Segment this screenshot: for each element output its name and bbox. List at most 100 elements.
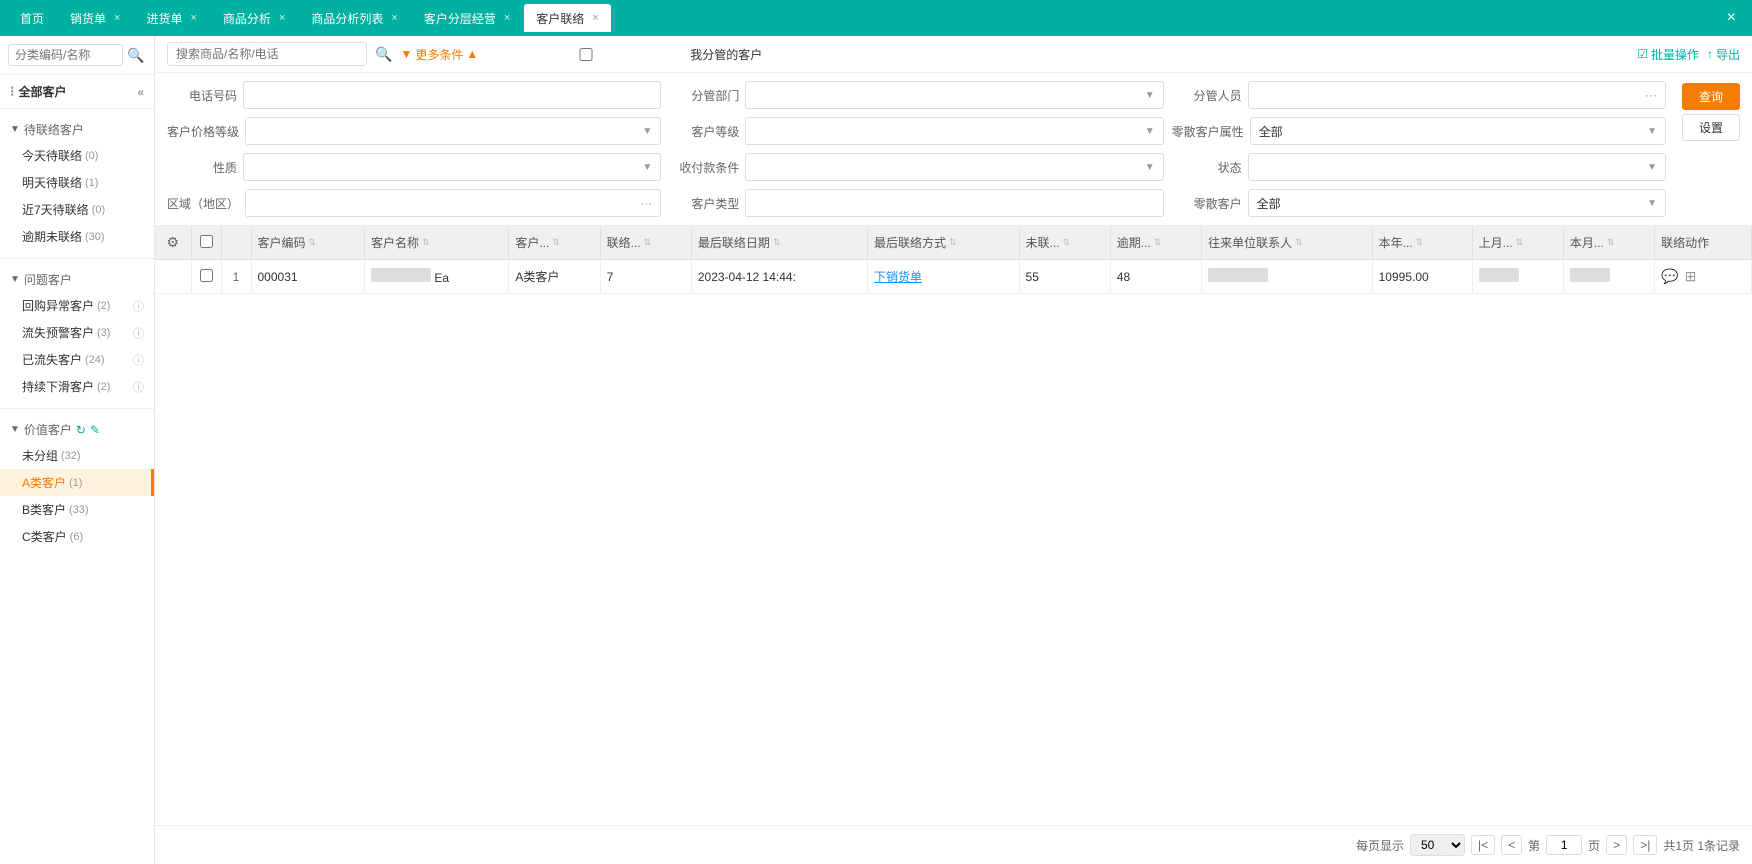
row-num: 1	[221, 260, 251, 294]
last-page-button[interactable]: >|	[1633, 835, 1657, 855]
nav-home[interactable]: 首页	[8, 4, 56, 32]
close-all-button[interactable]: ×	[1719, 5, 1744, 31]
chat-action-icon[interactable]: 💬	[1661, 268, 1678, 285]
sort-icon-code[interactable]: ⇅	[309, 237, 317, 248]
payment-select[interactable]: ▼	[745, 153, 1163, 181]
nav-close-customer-contact[interactable]: ×	[592, 12, 598, 24]
form-field-payment: 收付款条件 ▼	[669, 153, 1163, 181]
sort-icon-no-contact[interactable]: ⇅	[1063, 237, 1071, 248]
sidebar-item-repurchase-abnormal[interactable]: 回购异常客户 (2) ⓘ	[0, 292, 154, 319]
nav-close-product-analysis[interactable]: ×	[279, 12, 285, 24]
nav-purchase-order[interactable]: 进货单 ×	[134, 4, 208, 32]
sort-icon-unit[interactable]: ⇅	[1295, 237, 1303, 248]
contact-method-link[interactable]: 下销货单	[874, 270, 922, 284]
nature-arrow: ▼	[642, 162, 652, 173]
form-field-dept: 分管部门 ▼	[669, 81, 1163, 109]
nav-product-analysis-list[interactable]: 商品分析列表 ×	[299, 4, 409, 32]
settings-button[interactable]: 设置	[1682, 114, 1740, 141]
customer-tier-select[interactable]: ▼	[745, 117, 1163, 145]
sidebar-item-declining[interactable]: 持续下滑客户 (2) ⓘ	[0, 373, 154, 400]
sort-icon-last-month[interactable]: ⇅	[1516, 237, 1524, 248]
sidebar-item-churn-warning[interactable]: 流失预警客户 (3) ⓘ	[0, 319, 154, 346]
refresh-icon[interactable]: ↻	[76, 423, 86, 437]
nature-select[interactable]: ▼	[243, 153, 661, 181]
page-size-select[interactable]: 50 100	[1410, 834, 1465, 856]
price-tier-select[interactable]: ▼	[245, 117, 661, 145]
price-tier-label: 客户价格等级	[167, 123, 239, 140]
edit-icon[interactable]: ✎	[90, 423, 100, 437]
col-contact: 联络... ⇅	[600, 226, 691, 260]
nav-close-product-list[interactable]: ×	[391, 12, 397, 24]
sidebar-item-ungrouped[interactable]: 未分组 (32)	[0, 442, 154, 469]
value-customers-title[interactable]: ▼ 价值客户 ↻ ✎	[0, 417, 154, 442]
form-field-retail-attr: 零散客户属性 全部 ▼	[1172, 117, 1666, 145]
table-settings-gear[interactable]: ⚙	[166, 234, 179, 250]
sidebar-item-7days[interactable]: 近7天待联络 (0)	[0, 196, 154, 223]
sidebar-divider-1	[0, 108, 154, 109]
nav-customer-tier[interactable]: 客户分层经营 ×	[412, 4, 522, 32]
nav-product-analysis[interactable]: 商品分析 ×	[211, 4, 297, 32]
sort-icon-type[interactable]: ⇅	[552, 237, 560, 248]
sort-icon-name[interactable]: ⇅	[422, 237, 430, 248]
nav-close-sales[interactable]: ×	[114, 12, 120, 24]
sort-icon-this-month[interactable]: ⇅	[1607, 237, 1615, 248]
sidebar-item-class-b[interactable]: B类客户 (33)	[0, 496, 154, 523]
payment-arrow: ▼	[1145, 162, 1155, 173]
search-filter-icon[interactable]: 🔍	[375, 46, 392, 63]
col-last-month: 上月... ⇅	[1472, 226, 1563, 260]
sidebar-search-input[interactable]	[8, 44, 123, 66]
sort-icon-date[interactable]: ⇅	[773, 237, 781, 248]
more-conditions-button[interactable]: ▼ 更多条件 ▲	[400, 46, 478, 63]
sidebar-item-today[interactable]: 今天待联络 (0)	[0, 142, 154, 169]
grid-action-icon[interactable]: ⊞	[1685, 268, 1697, 285]
search-button[interactable]: 查询	[1682, 83, 1740, 110]
sort-icon-method[interactable]: ⇅	[949, 237, 957, 248]
page-input[interactable]	[1546, 835, 1582, 855]
batch-icon: ☑	[1637, 47, 1648, 61]
my-customers-check[interactable]: 我分管的客户	[486, 46, 762, 63]
nav-customer-contact[interactable]: 客户联络 ×	[524, 4, 610, 32]
nav-sales-order[interactable]: 销货单 ×	[58, 4, 132, 32]
sidebar-all-customers[interactable]: ⁝ 全部客户 «	[0, 75, 154, 104]
search-input[interactable]	[167, 42, 367, 66]
select-all-checkbox[interactable]	[200, 235, 213, 248]
sidebar-item-class-a[interactable]: A类客户 (1)	[0, 469, 154, 496]
dept-select[interactable]: ▼	[745, 81, 1163, 109]
phone-input[interactable]	[243, 81, 661, 109]
first-page-button[interactable]: |<	[1471, 835, 1495, 855]
sidebar-item-class-c[interactable]: C类客户 (6)	[0, 523, 154, 550]
retail-attr-select[interactable]: 全部 ▼	[1250, 117, 1666, 145]
customer-type-input[interactable]	[745, 189, 1163, 217]
this-month-blurred	[1570, 268, 1610, 282]
form-row-4: 区域（地区） ··· 客户类型	[167, 189, 1666, 217]
phone-label: 电话号码	[167, 87, 237, 104]
sidebar-item-tomorrow[interactable]: 明天待联络 (1)	[0, 169, 154, 196]
sort-icon-contact[interactable]: ⇅	[644, 237, 652, 248]
prev-page-button[interactable]: <	[1501, 835, 1522, 855]
sidebar-item-churned[interactable]: 已流失客户 (24) ⓘ	[0, 346, 154, 373]
problem-customers-title[interactable]: ▼ 问题客户	[0, 267, 154, 292]
region-select[interactable]: ···	[245, 189, 661, 217]
info-icon-4: ⓘ	[133, 379, 144, 395]
status-select[interactable]: ▼	[1248, 153, 1666, 181]
pending-contact-title[interactable]: ▼ 待联络客户	[0, 117, 154, 142]
customer-tier-arrow: ▼	[1145, 126, 1155, 137]
export-button[interactable]: ↑ 导出	[1707, 46, 1740, 63]
nav-close-customer-tier[interactable]: ×	[504, 12, 510, 24]
form-field-phone: 电话号码	[167, 81, 661, 109]
manager-select[interactable]: ···	[1248, 81, 1666, 109]
col-this-year: 本年... ⇅	[1372, 226, 1472, 260]
batch-ops-button[interactable]: ☑ 批量操作	[1637, 46, 1699, 63]
last-month-blurred	[1479, 268, 1519, 282]
nav-close-purchase[interactable]: ×	[190, 12, 196, 24]
next-page-button[interactable]: >	[1606, 835, 1627, 855]
problem-customers-section: ▼ 问题客户 回购异常客户 (2) ⓘ 流失预警客户 (3) ⓘ 已流失客户 (…	[0, 263, 154, 404]
row-checkbox[interactable]	[200, 269, 213, 282]
retail-select[interactable]: 全部 ▼	[1248, 189, 1666, 217]
unit-contact-blurred	[1208, 268, 1268, 282]
sort-icon-year[interactable]: ⇅	[1416, 237, 1424, 248]
sort-icon-overdue[interactable]: ⇅	[1154, 237, 1162, 248]
sidebar-item-overdue[interactable]: 逾期未联络 (30)	[0, 223, 154, 250]
sidebar-search-icon[interactable]: 🔍	[127, 47, 144, 64]
my-customers-checkbox[interactable]	[486, 48, 686, 61]
